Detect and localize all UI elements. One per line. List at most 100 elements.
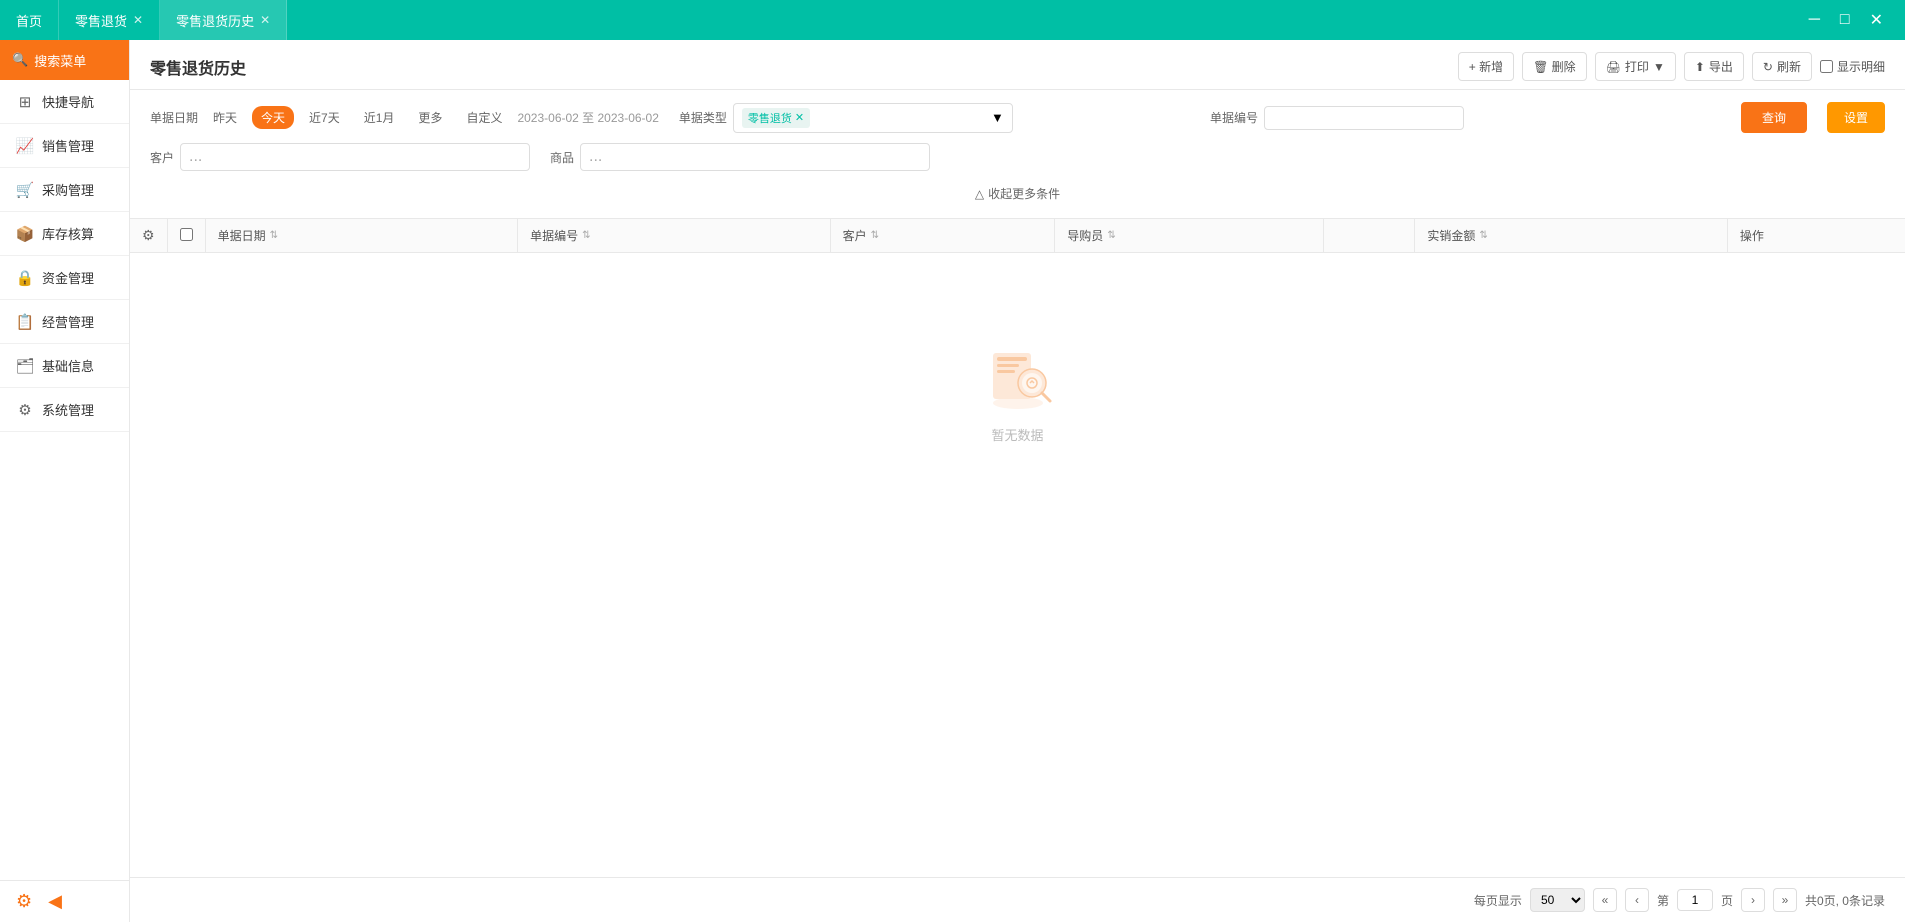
- date-btn-7days[interactable]: 近7天: [300, 106, 349, 129]
- query-button[interactable]: 查询: [1741, 102, 1807, 133]
- tab-retail-return-history[interactable]: 零售退货历史 ✕: [160, 0, 287, 40]
- collapse-sidebar-icon[interactable]: ◀: [48, 891, 62, 912]
- sidebar-item-quick-nav[interactable]: ⊞ 快捷导航: [0, 80, 129, 124]
- date-filter-label: 单据日期: [150, 109, 198, 126]
- th-customer-sort[interactable]: 客户 ⇅: [843, 227, 1043, 244]
- collapse-label: 收起更多条件: [988, 185, 1060, 202]
- date-btn-1month[interactable]: 近1月: [355, 106, 404, 129]
- sidebar-item-finance-label: 资金管理: [42, 268, 94, 287]
- settings-bottom-icon[interactable]: ⚙: [16, 891, 32, 912]
- basic-info-icon: 🗂: [16, 357, 34, 375]
- show-details-label: 显示明细: [1837, 58, 1885, 75]
- page-last-btn[interactable]: »: [1773, 888, 1797, 912]
- th-customer-label: 客户: [843, 227, 867, 244]
- goods-select[interactable]: ...: [580, 143, 930, 171]
- data-table: ⚙ 单据日期 ⇅ 单据编号: [130, 219, 1905, 524]
- sidebar-bottom: ⚙ ◀: [0, 880, 129, 922]
- content-area: 零售退货历史 + 新增 🗑 删除 🖨 打印 ▼ ⬆ 导出 ↻ 刷新: [130, 40, 1905, 922]
- sidebar-item-basic-info[interactable]: 🗂 基础信息: [0, 344, 129, 388]
- export-button[interactable]: ⬆ 导出: [1684, 52, 1744, 81]
- toolbar: + 新增 🗑 删除 🖨 打印 ▼ ⬆ 导出 ↻ 刷新 显示明细: [1458, 52, 1885, 81]
- top-bar: 首页 零售退货 ✕ 零售退货历史 ✕ ─ □ ✕: [0, 0, 1905, 40]
- new-button[interactable]: + 新增: [1458, 52, 1514, 81]
- page-next-btn[interactable]: ›: [1741, 888, 1765, 912]
- goods-dots: ...: [589, 148, 602, 166]
- sidebar-search[interactable]: 🔍 搜索菜单: [0, 40, 129, 80]
- sidebar: 🔍 搜索菜单 ⊞ 快捷导航 📈 销售管理 🛒 采购管理 📦 库存核算 🔒: [0, 40, 130, 922]
- window-close-btn[interactable]: ✕: [1864, 10, 1889, 30]
- refresh-label: 刷新: [1777, 58, 1801, 75]
- sidebar-item-sales-mgmt[interactable]: 📈 销售管理: [0, 124, 129, 168]
- filter-row-1: 单据日期 昨天 今天 近7天 近1月 更多 自定义 2023-06-02 至 2…: [150, 102, 1885, 133]
- customer-select[interactable]: ...: [180, 143, 530, 171]
- delete-button[interactable]: 🗑 删除: [1522, 52, 1587, 81]
- pagination: 每页显示 20 50 100 « ‹ 第 页 › » 共0页, 0条记录: [130, 877, 1905, 922]
- th-settings: ⚙: [130, 219, 167, 253]
- th-customer: 客户 ⇅: [830, 219, 1055, 253]
- quick-nav-icon: ⊞: [16, 93, 34, 111]
- date-buttons: 昨天 今天 近7天 近1月 更多 自定义: [204, 106, 511, 129]
- sidebar-item-system-mgmt[interactable]: ⚙ 系统管理: [0, 388, 129, 432]
- tab-retail-return[interactable]: 零售退货 ✕: [59, 0, 160, 40]
- operations-icon: 📋: [16, 313, 34, 331]
- select-all-checkbox[interactable]: [180, 228, 193, 241]
- sales-mgmt-icon: 📈: [16, 137, 34, 155]
- page-prev-btn[interactable]: ‹: [1625, 888, 1649, 912]
- bill-type-select[interactable]: 零售退货 ✕ ▼: [733, 103, 1013, 133]
- sidebar-search-label: 搜索菜单: [34, 51, 86, 70]
- bill-no-input[interactable]: [1264, 106, 1464, 130]
- empty-cell: 暂无数据: [130, 253, 1905, 525]
- print-button[interactable]: 🖨 打印 ▼: [1595, 52, 1676, 81]
- tab-retail-return-history-close[interactable]: ✕: [260, 13, 270, 27]
- settings-btn[interactable]: 设置: [1827, 102, 1885, 133]
- sidebar-item-basic-info-label: 基础信息: [42, 356, 94, 375]
- date-btn-yesterday[interactable]: 昨天: [204, 106, 246, 129]
- date-btn-more[interactable]: 更多: [409, 106, 451, 129]
- th-date-sort[interactable]: 单据日期 ⇅: [218, 227, 506, 244]
- empty-text: 暂无数据: [991, 425, 1043, 444]
- print-icon: 🖨: [1606, 60, 1621, 74]
- sidebar-item-system-mgmt-label: 系统管理: [42, 400, 94, 419]
- table-settings-icon[interactable]: ⚙: [142, 227, 155, 243]
- tab-retail-return-label: 零售退货: [75, 11, 127, 30]
- th-amount-label: 实销金额: [1427, 227, 1475, 244]
- th-amount: 实销金额 ⇅: [1415, 219, 1728, 253]
- collapse-filter-btn[interactable]: △ 收起更多条件: [963, 181, 1072, 206]
- show-details-checkbox-label[interactable]: 显示明细: [1820, 58, 1885, 75]
- sidebar-item-operations[interactable]: 📋 经营管理: [0, 300, 129, 344]
- tab-retail-return-close[interactable]: ✕: [133, 13, 143, 27]
- th-action-label: 操作: [1740, 229, 1764, 243]
- tab-home[interactable]: 首页: [0, 0, 59, 40]
- filter-area: 单据日期 昨天 今天 近7天 近1月 更多 自定义 2023-06-02 至 2…: [130, 90, 1905, 219]
- th-guide-sort[interactable]: 导购员 ⇅: [1067, 227, 1311, 244]
- sidebar-item-finance[interactable]: 🔒 资金管理: [0, 256, 129, 300]
- goods-label: 商品: [550, 149, 574, 166]
- date-btn-custom[interactable]: 自定义: [457, 106, 511, 129]
- window-maximize-btn[interactable]: □: [1834, 11, 1856, 29]
- per-page-select[interactable]: 20 50 100: [1530, 888, 1585, 912]
- th-amount-sort-icon: ⇅: [1479, 230, 1487, 241]
- finance-icon: 🔒: [16, 269, 34, 287]
- th-checkbox: [167, 219, 205, 253]
- per-page-label: 每页显示: [1474, 892, 1522, 909]
- window-minimize-btn[interactable]: ─: [1803, 11, 1826, 29]
- page-label: 第: [1657, 892, 1669, 909]
- show-details-checkbox[interactable]: [1820, 60, 1833, 73]
- refresh-button[interactable]: ↻ 刷新: [1752, 52, 1812, 81]
- tab-home-label: 首页: [16, 11, 42, 30]
- th-amount-sort[interactable]: 实销金额 ⇅: [1427, 227, 1715, 244]
- th-action: 操作: [1727, 219, 1905, 253]
- date-btn-today[interactable]: 今天: [252, 106, 294, 129]
- page-first-btn[interactable]: «: [1593, 888, 1617, 912]
- page-suffix: 页: [1721, 892, 1733, 909]
- purchase-mgmt-icon: 🛒: [16, 181, 34, 199]
- total-label: 共0页, 0条记录: [1805, 892, 1885, 909]
- th-guide-label: 导购员: [1067, 227, 1103, 244]
- bill-type-tag-close[interactable]: ✕: [795, 111, 804, 124]
- sidebar-item-purchase-mgmt[interactable]: 🛒 采购管理: [0, 168, 129, 212]
- th-bill-no-sort-icon: ⇅: [582, 230, 590, 241]
- th-bill-no-sort[interactable]: 单据编号 ⇅: [530, 227, 818, 244]
- th-bill-no-label: 单据编号: [530, 227, 578, 244]
- sidebar-item-inventory[interactable]: 📦 库存核算: [0, 212, 129, 256]
- page-number-input[interactable]: [1677, 889, 1713, 911]
